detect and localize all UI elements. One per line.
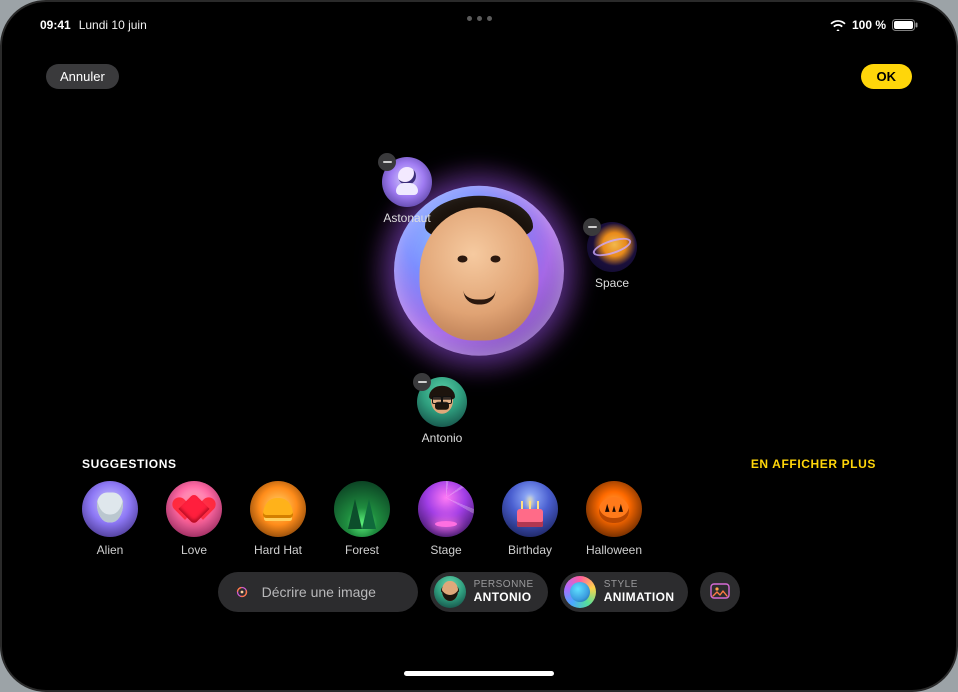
person-chip-value: Antonio [474, 591, 534, 604]
suggestion-alien[interactable]: Alien [82, 481, 138, 557]
status-date: Lundi 10 juin [79, 18, 147, 32]
wifi-icon [830, 19, 846, 31]
concept-tag-label: Astonaut [382, 211, 432, 225]
remove-tag-button[interactable] [583, 218, 601, 236]
concept-tag-antonio[interactable]: Antonio [417, 377, 467, 445]
suggestions-row: Alien Love Hard Hat Forest Stage Birthda… [82, 481, 876, 557]
suggestions-section: Suggestions En afficher plus Alien Love … [2, 457, 956, 557]
composition-canvas[interactable]: Astonaut Space Antonio [2, 102, 956, 460]
suggestion-label: Birthday [502, 543, 558, 557]
suggestion-hard-hat[interactable]: Hard Hat [250, 481, 306, 557]
suggestion-label: Alien [82, 543, 138, 557]
suggestion-birthday[interactable]: Birthday [502, 481, 558, 557]
concept-tag-label: Space [587, 276, 637, 290]
sparkle-icon [232, 582, 252, 602]
ipad-frame: 09:41 Lundi 10 juin 100 % Annuler OK [0, 0, 958, 692]
heart-icon [166, 481, 222, 537]
suggestions-show-more[interactable]: En afficher plus [751, 457, 876, 471]
composer-bar: Décrire une image Personne Antonio Style… [2, 572, 956, 612]
ok-button[interactable]: OK [861, 64, 913, 89]
suggestion-halloween[interactable]: Halloween [586, 481, 642, 557]
concept-tag-astronaut[interactable]: Astonaut [382, 157, 432, 225]
alien-icon [82, 481, 138, 537]
person-chip[interactable]: Personne Antonio [430, 572, 548, 612]
suggestion-label: Forest [334, 543, 390, 557]
photo-picker-button[interactable] [700, 572, 740, 612]
home-indicator[interactable] [404, 671, 554, 676]
suggestion-label: Halloween [586, 543, 642, 557]
style-chip-value: Animation [604, 591, 675, 604]
stage-icon [418, 481, 474, 537]
status-time: 09:41 [40, 18, 71, 32]
style-avatar-icon [564, 576, 596, 608]
photo-icon [710, 583, 730, 601]
suggestion-stage[interactable]: Stage [418, 481, 474, 557]
remove-tag-button[interactable] [413, 373, 431, 391]
style-chip[interactable]: Style Animation [560, 572, 689, 612]
hard-hat-icon [250, 481, 306, 537]
suggestions-title: Suggestions [82, 457, 177, 471]
suggestion-label: Stage [418, 543, 474, 557]
concept-tag-label: Antonio [417, 431, 467, 445]
suggestion-label: Hard Hat [250, 543, 306, 557]
remove-tag-button[interactable] [378, 153, 396, 171]
suggestion-label: Love [166, 543, 222, 557]
forest-icon [334, 481, 390, 537]
describe-input[interactable]: Décrire une image [218, 572, 418, 612]
describe-placeholder: Décrire une image [262, 584, 376, 600]
multitask-indicator[interactable] [464, 16, 494, 26]
suggestion-forest[interactable]: Forest [334, 481, 390, 557]
person-avatar-icon [434, 576, 466, 608]
suggestion-love[interactable]: Love [166, 481, 222, 557]
cancel-button[interactable]: Annuler [46, 64, 119, 89]
status-battery-pct: 100 % [852, 18, 886, 32]
battery-icon [892, 19, 918, 31]
birthday-icon [502, 481, 558, 537]
pumpkin-icon [586, 481, 642, 537]
concept-tag-space[interactable]: Space [587, 222, 637, 290]
